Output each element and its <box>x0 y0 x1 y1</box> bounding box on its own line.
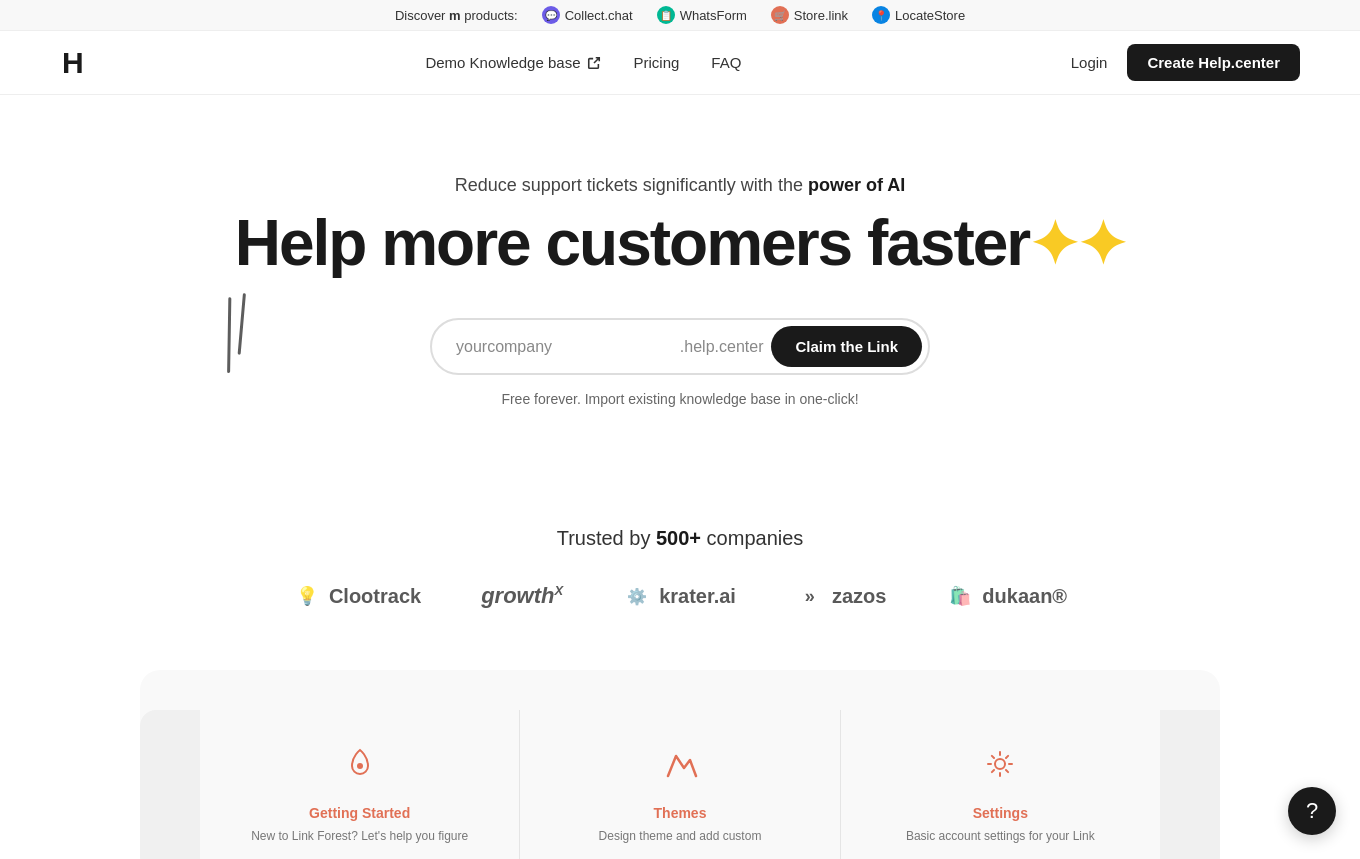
hero-section: Reduce support tickets significantly wit… <box>0 95 1360 527</box>
nav-pricing-link[interactable]: Pricing <box>633 54 679 71</box>
product-storelink[interactable]: 🛒 Store.link <box>771 6 848 24</box>
getting-started-desc: New to Link Forest? Let's help you figur… <box>220 827 499 845</box>
external-link-icon <box>587 56 601 70</box>
settings-title: Settings <box>861 805 1140 821</box>
kraterai-icon: ⚙️ <box>623 582 651 610</box>
login-link[interactable]: Login <box>1071 54 1108 71</box>
dukaan-label: dukaan® <box>982 585 1067 608</box>
trusted-section: Trusted by 500+ companies 💡 Clootrack gr… <box>0 527 1360 670</box>
preview-item-settings: Settings Basic account settings for your… <box>841 710 1160 859</box>
nav-demo-link[interactable]: Demo Knowledge base <box>425 54 601 71</box>
settings-desc: Basic account settings for your Link <box>861 827 1140 845</box>
zazos-icon: » <box>796 582 824 610</box>
product-collect[interactable]: 💬 Collect.chat <box>542 6 633 24</box>
whatsform-icon: 📋 <box>657 6 675 24</box>
product-locatestore[interactable]: 📍 LocateStore <box>872 6 965 24</box>
url-suffix: .help.center <box>680 338 764 356</box>
clootrack-icon: 💡 <box>293 582 321 610</box>
deco-slash <box>190 289 270 388</box>
svg-point-3 <box>357 763 363 769</box>
nav-faq-link[interactable]: FAQ <box>711 54 741 71</box>
preview-item-themes: Themes Design theme and add custom <box>520 710 840 859</box>
themes-desc: Design theme and add custom <box>540 827 819 845</box>
svg-line-1 <box>211 299 248 372</box>
growthx-label: growthX <box>481 583 563 609</box>
logo[interactable]: H <box>60 45 96 81</box>
claim-link-button[interactable]: Claim the Link <box>771 326 922 367</box>
svg-text:H: H <box>62 46 83 79</box>
logo-icon: H <box>60 45 96 81</box>
product-whatsform[interactable]: 📋 WhatsForm <box>657 6 747 24</box>
themes-title: Themes <box>540 805 819 821</box>
logo-kraterai: ⚙️ krater.ai <box>623 582 736 610</box>
whatsform-label: WhatsForm <box>680 8 747 23</box>
sparkle-icon: ✦✦ <box>1029 212 1125 278</box>
top-bar: Discover m products: 💬 Collect.chat 📋 Wh… <box>0 0 1360 31</box>
logo-growthx: growthX <box>481 583 563 609</box>
logo-dukaan: 🛍️ dukaan® <box>946 582 1067 610</box>
svg-line-2 <box>225 295 259 353</box>
navbar: H Demo Knowledge base Pricing FAQ Login … <box>0 31 1360 95</box>
locatestore-icon: 📍 <box>872 6 890 24</box>
hero-note: Free forever. Import existing knowledge … <box>501 391 858 407</box>
preview-section: Getting Started New to Link Forest? Let'… <box>80 670 1280 859</box>
storelink-label: Store.link <box>794 8 848 23</box>
hero-title: Help more customers faster✦✦ <box>235 208 1126 278</box>
getting-started-title: Getting Started <box>220 805 499 821</box>
kraterai-label: krater.ai <box>659 585 736 608</box>
svg-point-4 <box>995 759 1005 769</box>
url-input-wrapper: yourcompany .help.center Claim the Link <box>430 318 930 375</box>
chat-icon: ? <box>1306 798 1318 824</box>
trusted-title: Trusted by 500+ companies <box>20 527 1340 550</box>
getting-started-icon <box>220 742 499 795</box>
collect-icon: 💬 <box>542 6 560 24</box>
hero-subtitle: Reduce support tickets significantly wit… <box>455 175 906 196</box>
nav-links: Demo Knowledge base Pricing FAQ <box>425 54 741 71</box>
zazos-label: zazos <box>832 585 886 608</box>
company-name-input[interactable] <box>552 338 680 356</box>
clootrack-label: Clootrack <box>329 585 421 608</box>
preview-right-panel <box>1160 710 1220 859</box>
preview-left-panel <box>140 710 200 859</box>
collect-label: Collect.chat <box>565 8 633 23</box>
themes-icon <box>540 742 819 795</box>
logo-clootrack: 💡 Clootrack <box>293 582 421 610</box>
locatestore-label: LocateStore <box>895 8 965 23</box>
preview-item-getting-started: Getting Started New to Link Forest? Let'… <box>200 710 520 859</box>
preview-card: Getting Started New to Link Forest? Let'… <box>140 670 1220 859</box>
logos-row: 💡 Clootrack growthX ⚙️ krater.ai » zazos… <box>20 582 1340 610</box>
url-placeholder-text: yourcompany <box>456 338 552 356</box>
create-help-center-button[interactable]: Create Help.center <box>1127 44 1300 81</box>
logo-zazos: » zazos <box>796 582 886 610</box>
settings-icon <box>861 742 1140 795</box>
storelink-icon: 🛒 <box>771 6 789 24</box>
discover-text: Discover m products: <box>395 8 518 23</box>
dukaan-icon: 🛍️ <box>946 582 974 610</box>
nav-right: Login Create Help.center <box>1071 44 1300 81</box>
chat-bubble[interactable]: ? <box>1288 787 1336 835</box>
